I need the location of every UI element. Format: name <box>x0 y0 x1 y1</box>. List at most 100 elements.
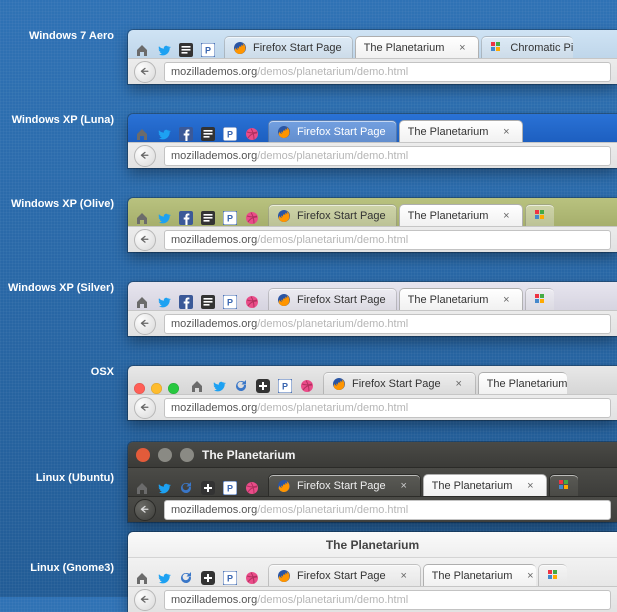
tab-silver-2[interactable] <box>525 288 554 310</box>
dribbble-icon[interactable] <box>299 378 315 394</box>
plus-icon[interactable] <box>255 378 271 394</box>
tab-osx-0[interactable]: Firefox Start Page× <box>323 372 476 394</box>
facebook-icon[interactable] <box>178 294 194 310</box>
reader-icon[interactable] <box>178 42 194 58</box>
twitter-icon[interactable] <box>156 294 172 310</box>
dribbble-icon[interactable] <box>244 570 260 586</box>
refresh-icon[interactable] <box>178 480 194 496</box>
tab-osx-1[interactable]: The Planetarium <box>478 372 568 394</box>
address-bar[interactable]: mozillademos.org/demos/planetarium/demo.… <box>164 230 611 250</box>
address-bar[interactable]: mozillademos.org/demos/planetarium/demo.… <box>164 62 611 82</box>
twitter-icon[interactable] <box>211 378 227 394</box>
twitter-icon[interactable] <box>156 570 172 586</box>
plus-icon[interactable] <box>200 570 216 586</box>
tab-close-icon[interactable]: × <box>500 210 512 222</box>
window-maximize-icon[interactable] <box>180 448 194 462</box>
browser-window-silver: Firefox Start Page The Planetarium× mozi… <box>128 282 617 336</box>
parking-icon[interactable] <box>222 126 238 142</box>
home-icon[interactable] <box>189 378 205 394</box>
tab-close-icon[interactable]: × <box>500 294 512 306</box>
tab-close-icon[interactable]: × <box>398 480 410 492</box>
parking-icon[interactable] <box>222 210 238 226</box>
tab-gnome-1[interactable]: The Planetarium× <box>423 564 537 586</box>
tab-aero-2[interactable]: Chromatic Pi <box>481 36 573 58</box>
plus-icon[interactable] <box>200 480 216 496</box>
pinned-tabs <box>189 378 315 394</box>
tab-silver-1[interactable]: The Planetarium× <box>399 288 524 310</box>
home-icon[interactable] <box>134 210 150 226</box>
twitter-icon[interactable] <box>156 480 172 496</box>
home-icon[interactable] <box>134 42 150 58</box>
reader-icon[interactable] <box>200 126 216 142</box>
tab-gnome-2[interactable] <box>538 564 567 586</box>
tab-ubuntu-2[interactable] <box>549 474 578 496</box>
home-icon[interactable] <box>134 480 150 496</box>
tab-aero-1[interactable]: The Planetarium× <box>355 36 480 58</box>
parking-icon[interactable] <box>277 378 293 394</box>
tab-olive-0[interactable]: Firefox Start Page <box>268 204 397 226</box>
window-titlebar: The Planetarium <box>128 532 617 558</box>
tab-silver-0[interactable]: Firefox Start Page <box>268 288 397 310</box>
nav-back-button[interactable] <box>134 229 156 251</box>
traffic-zoom-icon[interactable] <box>168 383 179 394</box>
tab-close-icon[interactable]: × <box>453 378 465 390</box>
tab-strip: Firefox Start Page The Planetarium× <box>128 282 617 310</box>
reader-icon[interactable] <box>200 210 216 226</box>
tab-luna-1[interactable]: The Planetarium× <box>399 120 524 142</box>
tab-strip: Firefox Start Page The Planetarium× Chro… <box>128 30 617 58</box>
url-host: mozillademos.org <box>171 66 257 78</box>
tab-label: The Planetarium <box>408 210 489 222</box>
home-icon[interactable] <box>134 570 150 586</box>
window-close-icon[interactable] <box>136 448 150 462</box>
dribbble-icon[interactable] <box>244 210 260 226</box>
nav-back-button[interactable] <box>134 313 156 335</box>
home-icon[interactable] <box>134 294 150 310</box>
nav-back-button[interactable] <box>134 145 156 167</box>
tab-luna-0[interactable]: Firefox Start Page <box>268 120 397 142</box>
twitter-icon[interactable] <box>156 210 172 226</box>
dribbble-icon[interactable] <box>244 294 260 310</box>
nav-back-button[interactable] <box>134 589 156 611</box>
url-path: /demos/planetarium/demo.html <box>257 150 408 162</box>
dribbble-icon[interactable] <box>244 126 260 142</box>
tab-ubuntu-1[interactable]: The Planetarium× <box>423 474 548 496</box>
url-path: /demos/planetarium/demo.html <box>257 234 408 246</box>
tab-olive-2[interactable] <box>525 204 554 226</box>
tab-close-icon[interactable]: × <box>524 480 536 492</box>
refresh-icon[interactable] <box>233 378 249 394</box>
parking-icon[interactable] <box>200 42 216 58</box>
tab-close-icon[interactable]: × <box>456 42 468 54</box>
address-bar[interactable]: mozillademos.org/demos/planetarium/demo.… <box>164 398 611 418</box>
facebook-icon[interactable] <box>178 126 194 142</box>
facebook-icon[interactable] <box>178 210 194 226</box>
tab-olive-1[interactable]: The Planetarium × <box>399 204 524 226</box>
window-title: The Planetarium <box>202 448 295 462</box>
twitter-icon[interactable] <box>156 42 172 58</box>
url-path: /demos/planetarium/demo.html <box>257 594 408 606</box>
parking-icon[interactable] <box>222 570 238 586</box>
nav-back-button[interactable] <box>134 61 156 83</box>
traffic-close-icon[interactable] <box>134 383 145 394</box>
nav-back-button[interactable] <box>134 397 156 419</box>
address-bar[interactable]: mozillademos.org/demos/planetarium/demo.… <box>164 500 611 520</box>
dribbble-icon[interactable] <box>244 480 260 496</box>
tab-aero-0[interactable]: Firefox Start Page <box>224 36 353 58</box>
reader-icon[interactable] <box>200 294 216 310</box>
home-icon[interactable] <box>134 126 150 142</box>
window-minimize-icon[interactable] <box>158 448 172 462</box>
traffic-minimize-icon[interactable] <box>151 383 162 394</box>
tab-ubuntu-0[interactable]: Firefox Start Page× <box>268 474 421 496</box>
tab-close-icon[interactable]: × <box>398 570 410 582</box>
twitter-icon[interactable] <box>156 126 172 142</box>
tab-strip: Firefox Start Page× The Planetarium <box>128 366 617 394</box>
address-bar[interactable]: mozillademos.org/demos/planetarium/demo.… <box>164 314 611 334</box>
parking-icon[interactable] <box>222 294 238 310</box>
tab-close-icon[interactable]: × <box>500 126 512 138</box>
refresh-icon[interactable] <box>178 570 194 586</box>
parking-icon[interactable] <box>222 480 238 496</box>
nav-back-button[interactable] <box>134 499 156 521</box>
tab-gnome-0[interactable]: Firefox Start Page× <box>268 564 421 586</box>
tab-close-icon[interactable]: × <box>524 570 536 582</box>
address-bar[interactable]: mozillademos.org/demos/planetarium/demo.… <box>164 146 611 166</box>
address-bar[interactable]: mozillademos.org/demos/planetarium/demo.… <box>164 590 611 610</box>
